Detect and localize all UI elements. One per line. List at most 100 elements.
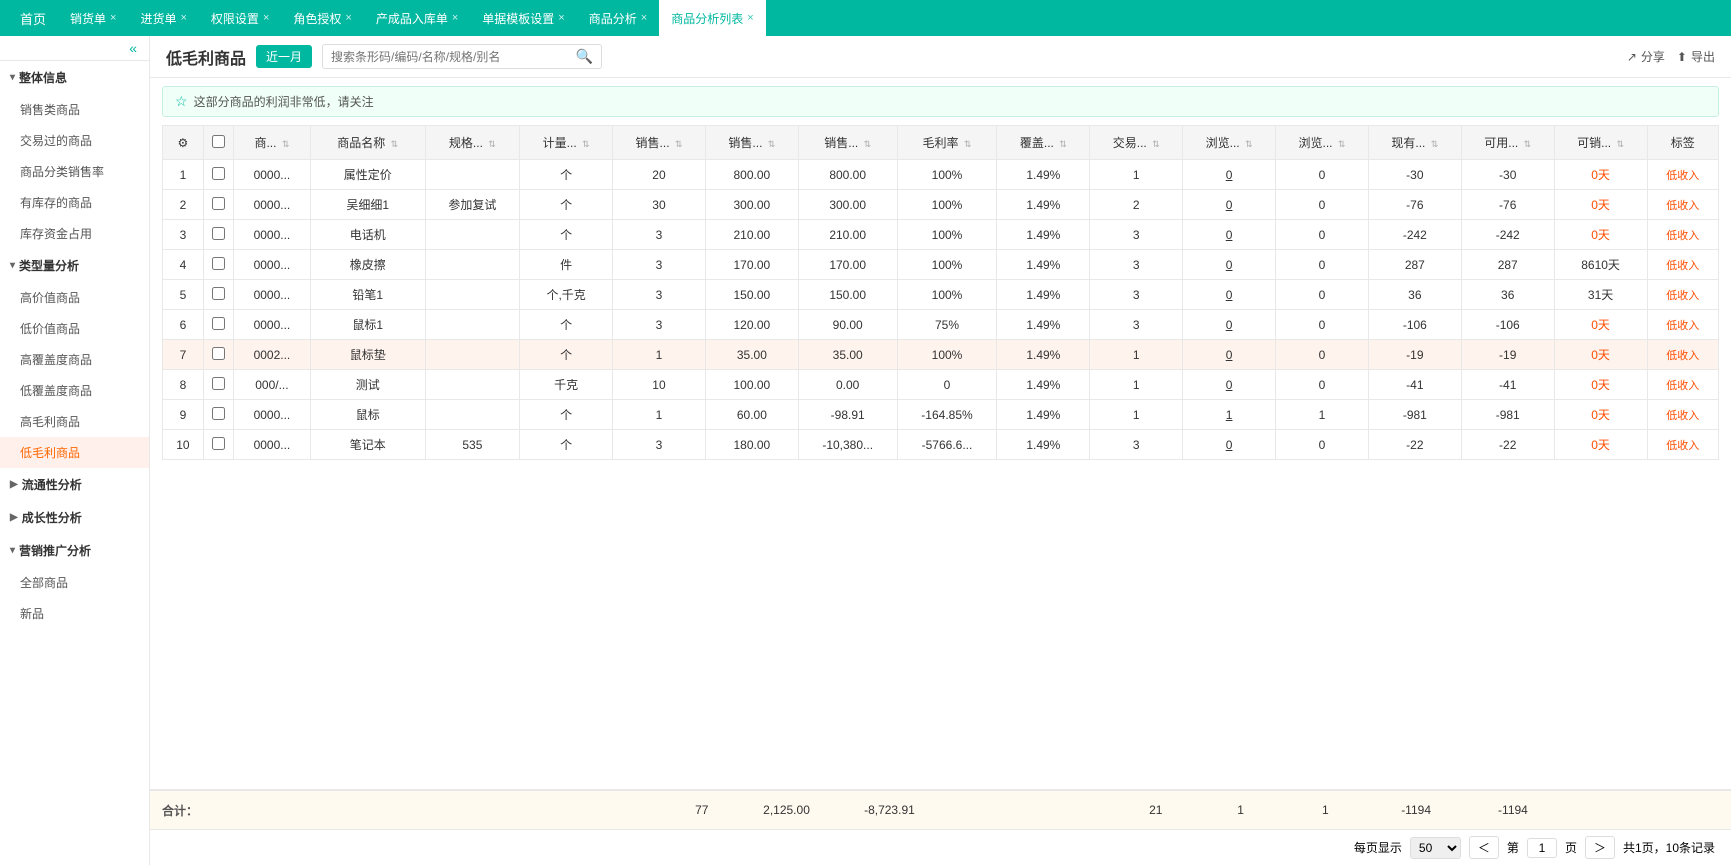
nav-sales[interactable]: 销货单 × [58, 0, 128, 36]
row-coverage: 1.49% [997, 250, 1090, 280]
row-select-checkbox[interactable] [212, 167, 225, 180]
export-button[interactable]: ⬆ 导出 [1677, 48, 1715, 65]
row-select-checkbox[interactable] [212, 227, 225, 240]
row-trade-count: 3 [1090, 220, 1183, 250]
sidebar-item-category-sales[interactable]: 商品分类销售率 [0, 156, 149, 187]
nav-product-analysis[interactable]: 商品分析 × [577, 0, 659, 36]
th-trade-count[interactable]: 交易... ⇅ [1090, 126, 1183, 160]
row-checkbox[interactable] [203, 430, 233, 460]
row-spec [425, 400, 520, 430]
th-name[interactable]: 商品名称 ⇅ [310, 126, 425, 160]
close-icon[interactable]: × [452, 12, 458, 24]
row-checkbox[interactable] [203, 280, 233, 310]
close-icon[interactable]: × [110, 12, 116, 24]
filter-btn[interactable]: 近一月 [256, 45, 312, 68]
row-checkbox[interactable] [203, 310, 233, 340]
row-checkbox[interactable] [203, 160, 233, 190]
sidebar-item-inventory-capital[interactable]: 库存资金占用 [0, 218, 149, 249]
sort-icon: ⇅ [675, 139, 683, 149]
sidebar-item-low-value[interactable]: 低价值商品 [0, 313, 149, 344]
th-tag[interactable]: 标签 [1647, 126, 1718, 160]
th-sale-qty[interactable]: 销售... ⇅ [613, 126, 706, 160]
th-checkbox[interactable] [203, 126, 233, 160]
row-avail-stock: -19 [1461, 340, 1554, 370]
row-checkbox[interactable] [203, 220, 233, 250]
nav-role[interactable]: 角色授权 × [281, 0, 363, 36]
th-unit[interactable]: 计量... ⇅ [520, 126, 613, 160]
close-icon[interactable]: × [747, 12, 753, 24]
row-checkbox[interactable] [203, 190, 233, 220]
next-page-btn[interactable]: ＞ [1585, 836, 1615, 859]
row-select-checkbox[interactable] [212, 257, 225, 270]
prev-page-btn[interactable]: ＜ [1469, 836, 1499, 859]
sidebar-collapse-btn[interactable]: « [125, 40, 141, 56]
sidebar-item-high-value[interactable]: 高价值商品 [0, 282, 149, 313]
close-icon[interactable]: × [180, 12, 186, 24]
sidebar-item-inventory-products[interactable]: 有库存的商品 [0, 187, 149, 218]
row-no: 5 [163, 280, 204, 310]
sidebar-group-marketing[interactable]: ▾ 营销推广分析 [0, 534, 149, 567]
sidebar-item-low-coverage[interactable]: 低覆盖度商品 [0, 375, 149, 406]
notice-bar: ☆ 这部分商品的利润非常低，请关注 [162, 86, 1719, 117]
row-current-stock: 287 [1368, 250, 1461, 280]
select-all-checkbox[interactable] [212, 135, 225, 148]
row-unit: 个 [520, 400, 613, 430]
row-select-checkbox[interactable] [212, 407, 225, 420]
row-select-checkbox[interactable] [212, 287, 225, 300]
row-select-checkbox[interactable] [212, 377, 225, 390]
sidebar-item-all-products[interactable]: 全部商品 [0, 567, 149, 598]
sidebar-item-new-products[interactable]: 新品 [0, 598, 149, 629]
sidebar-group-overall[interactable]: ▾ 整体信息 [0, 61, 149, 94]
row-no: 10 [163, 430, 204, 460]
row-select-checkbox[interactable] [212, 317, 225, 330]
th-sale-profit[interactable]: 销售... ⇅ [798, 126, 897, 160]
sidebar-item-high-coverage[interactable]: 高覆盖度商品 [0, 344, 149, 375]
close-icon[interactable]: × [263, 12, 269, 24]
close-icon[interactable]: × [641, 12, 647, 24]
th-gross-rate[interactable]: 毛利率 ⇅ [897, 126, 997, 160]
th-current-stock[interactable]: 现有... ⇅ [1368, 126, 1461, 160]
search-input[interactable] [331, 50, 576, 64]
sidebar-group-type-analysis[interactable]: ▾ 类型量分析 [0, 249, 149, 282]
row-spec [425, 250, 520, 280]
row-select-checkbox[interactable] [212, 347, 225, 360]
nav-purchase[interactable]: 进货单 × [128, 0, 198, 36]
th-settings[interactable]: ⚙ [163, 126, 204, 160]
per-page-select[interactable]: 50 100 200 [1410, 837, 1461, 859]
th-sale-amt[interactable]: 销售... ⇅ [705, 126, 798, 160]
row-checkbox[interactable] [203, 250, 233, 280]
row-checkbox[interactable] [203, 340, 233, 370]
th-views1[interactable]: 浏览... ⇅ [1183, 126, 1276, 160]
nav-home[interactable]: 首页 [8, 0, 58, 36]
sidebar-group-growth[interactable]: ▶ 成长性分析 [0, 501, 149, 534]
close-icon[interactable]: × [558, 12, 564, 24]
close-icon[interactable]: × [345, 12, 351, 24]
sidebar-item-low-margin[interactable]: 低毛利商品 [0, 437, 149, 468]
search-box[interactable]: 🔍 [322, 44, 602, 69]
total-avail-stock: -1194 [1465, 797, 1562, 823]
share-button[interactable]: ↗ 分享 [1627, 48, 1665, 65]
row-checkbox[interactable] [203, 370, 233, 400]
th-sell-days[interactable]: 可销... ⇅ [1554, 126, 1647, 160]
th-avail-stock[interactable]: 可用... ⇅ [1461, 126, 1554, 160]
row-tag: 低收入 [1647, 340, 1718, 370]
row-avail-stock: -106 [1461, 310, 1554, 340]
sidebar-group-circulation[interactable]: ▶ 流通性分析 [0, 468, 149, 501]
sidebar-item-sale-products[interactable]: 销售类商品 [0, 94, 149, 125]
nav-permission[interactable]: 权限设置 × [199, 0, 281, 36]
th-coverage[interactable]: 覆盖... ⇅ [997, 126, 1090, 160]
th-spec[interactable]: 规格... ⇅ [425, 126, 520, 160]
th-code[interactable]: 商... ⇅ [233, 126, 310, 160]
row-sale-profit: 170.00 [798, 250, 897, 280]
nav-product-analysis-list[interactable]: 商品分析列表 × [659, 0, 765, 36]
sidebar-item-traded-products[interactable]: 交易过的商品 [0, 125, 149, 156]
row-select-checkbox[interactable] [212, 197, 225, 210]
nav-product-entry[interactable]: 产成品入库单 × [364, 0, 470, 36]
nav-template[interactable]: 单据模板设置 × [470, 0, 576, 36]
total-views1: 1 [1198, 797, 1283, 823]
sidebar: « ▾ 整体信息 销售类商品 交易过的商品 商品分类销售率 有库存的商品 库存资… [0, 36, 150, 865]
sidebar-item-high-margin[interactable]: 高毛利商品 [0, 406, 149, 437]
th-views2[interactable]: 浏览... ⇅ [1276, 126, 1369, 160]
row-checkbox[interactable] [203, 400, 233, 430]
row-select-checkbox[interactable] [212, 437, 225, 450]
